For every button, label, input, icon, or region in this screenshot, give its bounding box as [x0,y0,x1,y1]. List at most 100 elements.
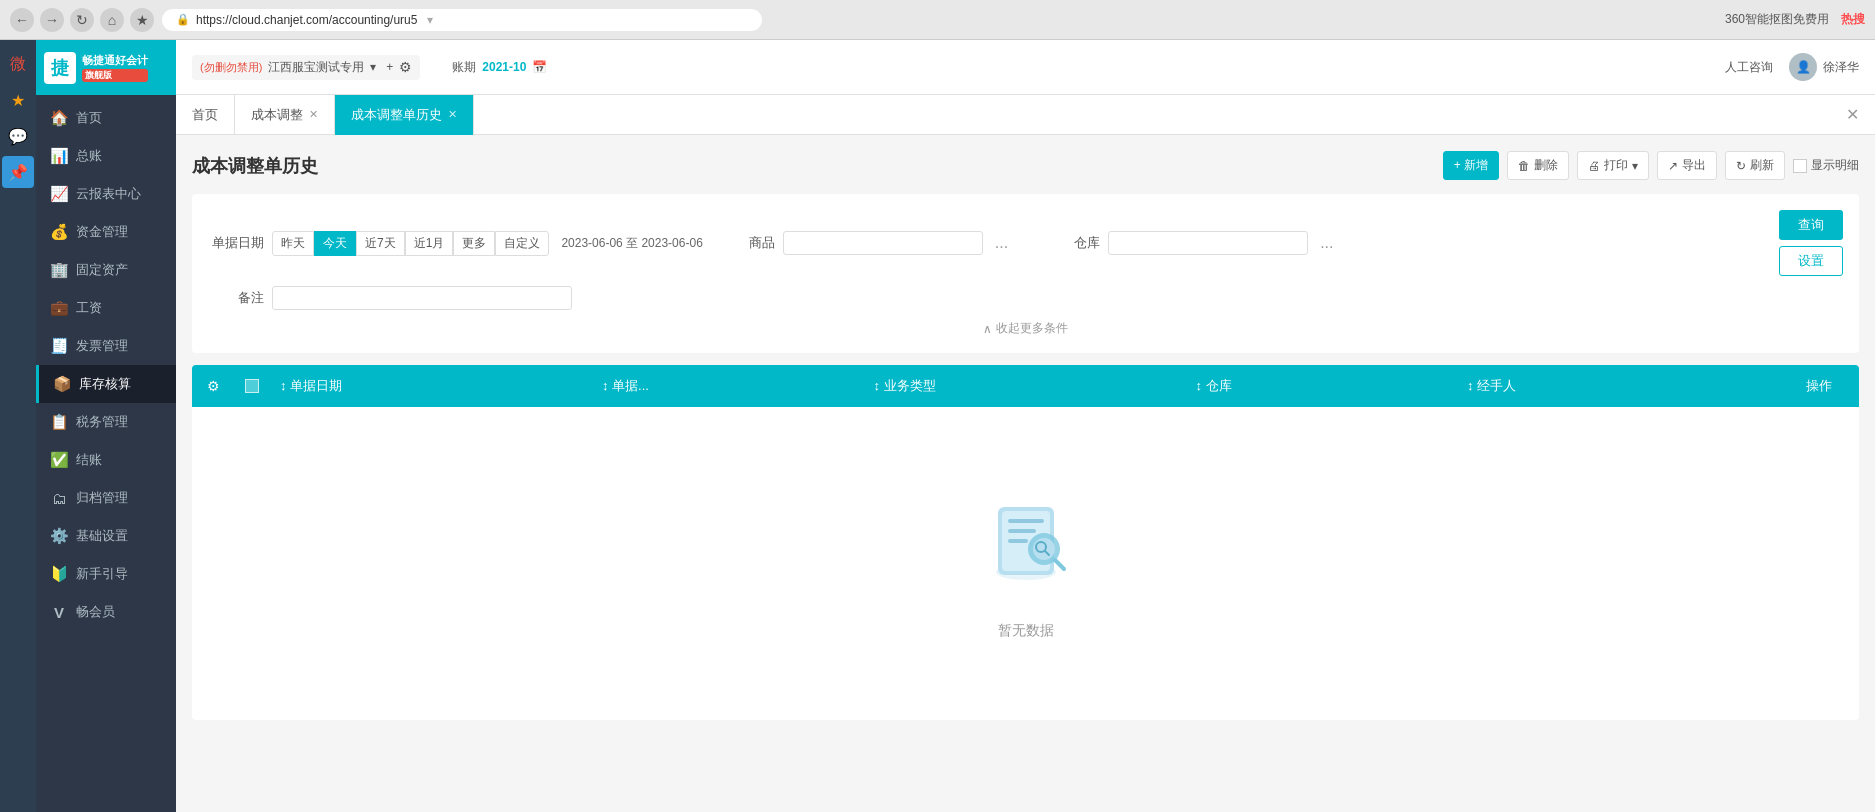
tab-home[interactable]: 首页 [176,95,235,135]
company-selector[interactable]: (勿删勿禁用) 江西服宝测试专用 ▾ + ⚙ [192,55,420,80]
th-date[interactable]: ↕ 单据日期 [270,365,592,407]
empty-state: 暂无数据 [192,407,1859,720]
sidebar-nav: 🏠 首页 📊 总账 📈 云报表中心 💰 资金管理 🏢 固定资产 💼 工资 [36,95,176,812]
th-type[interactable]: ↕ 业务类型 [864,365,1186,407]
query-button[interactable]: 查询 [1779,210,1843,240]
logo-text: 畅捷通好会计 旗舰版 [82,53,148,83]
icon-bar-star[interactable]: ★ [2,84,34,116]
th-handler-label: ↕ 经手人 [1467,377,1516,395]
nav-buttons: ← → ↻ ⌂ ★ [10,8,154,32]
archive-icon: 🗂 [50,490,68,507]
page-title: 成本调整单历史 [192,154,318,178]
sidebar-item-inventory[interactable]: 📦 库存核算 [36,365,176,403]
sidebar-item-funds[interactable]: 💰 资金管理 [36,213,176,251]
delete-button[interactable]: 🗑 删除 [1507,151,1569,180]
show-detail-label: 显示明细 [1811,157,1859,174]
new-button[interactable]: + 新增 [1443,151,1499,180]
calendar-icon[interactable]: 📅 [532,60,547,74]
th-num[interactable]: ↕ 单据... [592,365,864,407]
th-settings[interactable]: ⚙ [192,378,234,394]
refresh-button[interactable]: ↻ [70,8,94,32]
filter-warehouse: 仓库 ... [1044,231,1333,255]
tab-cost-adjust-close[interactable]: ✕ [309,108,318,121]
close-icon: ✅ [50,451,68,469]
date-btn-yesterday[interactable]: 昨天 [272,231,314,256]
sidebar-item-close[interactable]: ✅ 结账 [36,441,176,479]
th-ops: 操作 [1779,377,1859,395]
settings-icon: ⚙️ [50,527,68,545]
tab-cost-history-close[interactable]: ✕ [448,108,457,121]
sidebar-item-reports[interactable]: 📈 云报表中心 [36,175,176,213]
close-all-icon[interactable]: ✕ [1846,105,1859,124]
remark-input[interactable] [272,286,572,310]
filter-remark: 备注 [208,286,572,310]
bookmark-button[interactable]: ★ [130,8,154,32]
sidebar-item-tax[interactable]: 📋 税务管理 [36,403,176,441]
tab-cost-history[interactable]: 成本调整单历史 ✕ [335,95,474,135]
sidebar-item-ledger[interactable]: 📊 总账 [36,137,176,175]
export-icon: ↗ [1668,159,1678,173]
th-handler[interactable]: ↕ 经手人 [1457,365,1779,407]
salary-icon: 💼 [50,299,68,317]
goods-input[interactable] [783,231,983,255]
sidebar-label-vip: 畅会员 [76,603,115,621]
sidebar: 捷 畅捷通好会计 旗舰版 🏠 首页 📊 总账 📈 云报表中心 💰 资金管 [36,40,176,812]
sidebar-item-guide[interactable]: 🔰 新手引导 [36,555,176,593]
collapse-label: 收起更多条件 [996,320,1068,337]
period-info: 账期 2021-10 📅 [452,59,547,76]
date-range-text: 2023-06-06 至 2023-06-06 [561,235,702,252]
back-button[interactable]: ← [10,8,34,32]
home-button[interactable]: ⌂ [100,8,124,32]
refresh-button[interactable]: ↻ 刷新 [1725,151,1785,180]
delete-label: 删除 [1534,157,1558,174]
sidebar-item-vip[interactable]: V 畅会员 [36,593,176,631]
svg-rect-4 [1008,529,1036,533]
tab-cost-adjust[interactable]: 成本调整 ✕ [235,95,335,135]
settings-small-icon: ⚙ [399,59,412,75]
date-btn-today[interactable]: 今天 [314,231,356,256]
goods-dots[interactable]: ... [995,234,1008,252]
service-label[interactable]: 人工咨询 [1725,59,1773,76]
set-button[interactable]: 设置 [1779,246,1843,276]
th-warehouse[interactable]: ↕ 仓库 [1185,365,1457,407]
sidebar-item-settings[interactable]: ⚙️ 基础设置 [36,517,176,555]
collapse-btn[interactable]: ∧ 收起更多条件 [208,320,1843,337]
th-select-all[interactable] [245,379,259,393]
show-detail-checkbox[interactable] [1793,159,1807,173]
filter-actions: 查询 设置 [1779,210,1843,276]
remark-filter-label: 备注 [208,289,264,307]
warehouse-input[interactable] [1108,231,1308,255]
user-profile[interactable]: 👤 徐泽华 [1789,53,1859,81]
sidebar-label-ledger: 总账 [76,147,102,165]
date-btn-7days[interactable]: 近7天 [356,231,405,256]
date-btn-more[interactable]: 更多 [453,231,495,256]
search-label[interactable]: 360智能抠图免费用 [1725,11,1829,28]
sidebar-item-assets[interactable]: 🏢 固定资产 [36,251,176,289]
export-button[interactable]: ↗ 导出 [1657,151,1717,180]
th-type-label: ↕ 业务类型 [874,377,936,395]
th-num-label: ↕ 单据... [602,377,649,395]
icon-bar-active[interactable]: 📌 [2,156,34,188]
icon-bar-weibo[interactable]: 微 [2,48,34,80]
sidebar-label-close: 结账 [76,451,102,469]
icon-bar-msg[interactable]: 💬 [2,120,34,152]
sidebar-label-funds: 资金管理 [76,223,128,241]
sidebar-item-archive[interactable]: 🗂 归档管理 [36,479,176,517]
th-checkbox[interactable] [234,379,270,393]
username: 徐泽华 [1823,59,1859,76]
table-header: ⚙ ↕ 单据日期 ↕ 单据... ↕ 业务类型 ↕ 仓库 [192,365,1859,407]
th-warehouse-label: ↕ 仓库 [1195,377,1231,395]
print-button[interactable]: 🖨 打印 ▾ [1577,151,1649,180]
sidebar-item-invoice[interactable]: 🧾 发票管理 [36,327,176,365]
address-bar[interactable]: 🔒 https://cloud.chanjet.com/accounting/u… [162,9,762,31]
company-dropdown-icon: ▾ [370,60,376,74]
forward-button[interactable]: → [40,8,64,32]
svg-rect-5 [1008,539,1028,543]
sidebar-item-home[interactable]: 🏠 首页 [36,99,176,137]
date-btn-custom[interactable]: 自定义 [495,231,549,256]
sidebar-item-salary[interactable]: 💼 工资 [36,289,176,327]
user-avatar: 👤 [1789,53,1817,81]
warehouse-dots[interactable]: ... [1320,234,1333,252]
delete-icon: 🗑 [1518,159,1530,173]
date-btn-1month[interactable]: 近1月 [405,231,454,256]
